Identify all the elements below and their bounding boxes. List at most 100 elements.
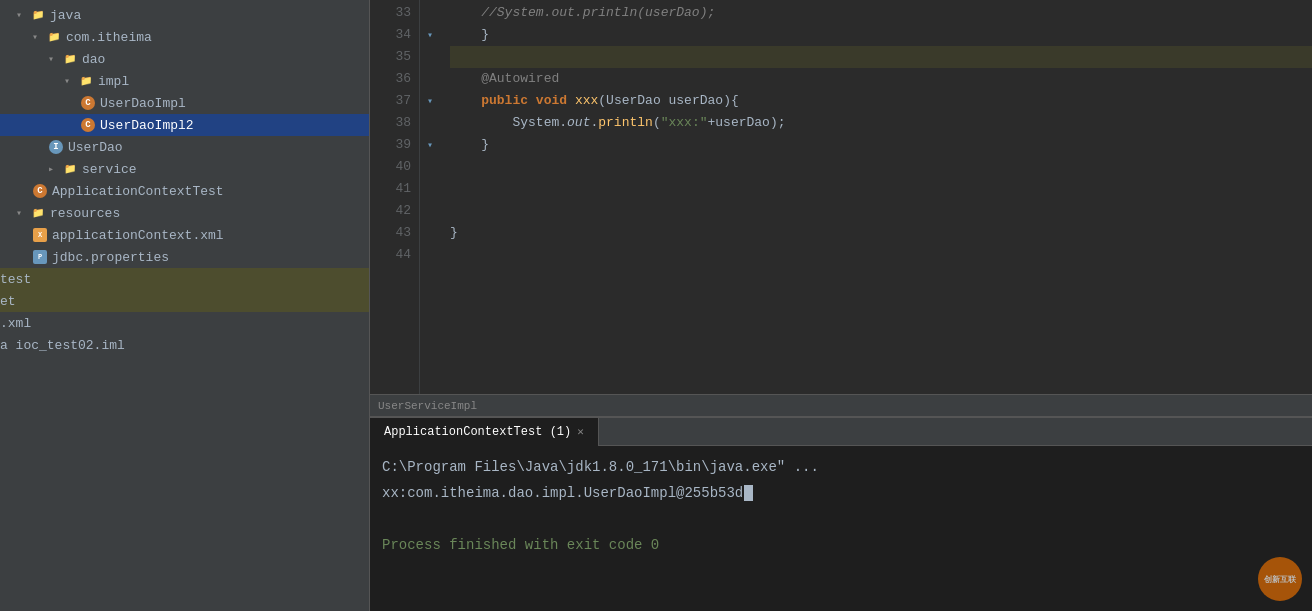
- class-icon: C: [80, 117, 96, 133]
- folder-icon: 📁: [62, 51, 78, 67]
- cursor: [744, 485, 753, 501]
- code-text: }: [450, 24, 489, 46]
- gutter-36: [420, 68, 440, 90]
- code-line-39: }: [450, 134, 1312, 156]
- sidebar-item-java[interactable]: ▾ 📁 java: [0, 4, 369, 26]
- sidebar-item-label: et: [0, 294, 16, 309]
- sidebar-item-label: com.itheima: [66, 30, 152, 45]
- sidebar-item-label: test: [0, 272, 31, 287]
- sidebar-item-service[interactable]: ▸ 📁 service: [0, 158, 369, 180]
- collapse-arrow[interactable]: ▾: [427, 95, 433, 107]
- line-num-41: 41: [370, 178, 411, 200]
- collapse-arrow[interactable]: ▾: [427, 139, 433, 151]
- sidebar: ▾ 📁 java ▾ 📁 com.itheima ▾ 📁 dao ▾ 📁 imp…: [0, 0, 370, 611]
- sidebar-item-label: applicationContext.xml: [52, 228, 224, 243]
- code-line-41: [450, 178, 1312, 200]
- expand-arrow: ▸: [48, 163, 60, 175]
- sidebar-item-label: a ioc_test02.iml: [0, 338, 125, 353]
- console-body: C:\Program Files\Java\jdk1.8.0_171\bin\j…: [370, 446, 1312, 611]
- console-line-text: Process finished with exit code 0: [382, 537, 659, 553]
- code-text: }: [450, 222, 458, 244]
- expand-arrow: ▾: [64, 75, 76, 87]
- sidebar-item-userdaoimpl[interactable]: C UserDaoImpl: [0, 92, 369, 114]
- expand-arrow: ▾: [48, 53, 60, 65]
- sidebar-item-impl[interactable]: ▾ 📁 impl: [0, 70, 369, 92]
- code-line-35: [450, 46, 1312, 68]
- sidebar-item-label: ApplicationContextTest: [52, 184, 224, 199]
- code-line-34: }: [450, 24, 1312, 46]
- sidebar-item-userdaoimpl2[interactable]: C UserDaoImpl2: [0, 114, 369, 136]
- code-line-43: }: [450, 222, 1312, 244]
- file-tree: ▾ 📁 java ▾ 📁 com.itheima ▾ 📁 dao ▾ 📁 imp…: [0, 0, 369, 611]
- sidebar-item-applicationcontexttest[interactable]: C ApplicationContextTest: [0, 180, 369, 202]
- collapse-arrow[interactable]: ▾: [427, 29, 433, 41]
- gutter-37: ▾: [420, 90, 440, 112]
- line-num-37: 37: [370, 90, 411, 112]
- sidebar-bottom-et: et: [0, 290, 369, 312]
- sidebar-item-label: service: [82, 162, 137, 177]
- close-tab-icon[interactable]: ✕: [577, 425, 584, 438]
- code-text: //System.out.println(userDao);: [450, 2, 715, 24]
- gutter-38: [420, 112, 440, 134]
- console-area: ApplicationContextTest (1) ✕ C:\Program …: [370, 416, 1312, 611]
- editor-area: 33 34 35 36 37 38 39 40 41 42 43 44 ▾: [370, 0, 1312, 611]
- sidebar-item-applicationcontextxml[interactable]: X applicationContext.xml: [0, 224, 369, 246]
- console-tab-bar: ApplicationContextTest (1) ✕: [370, 418, 1312, 446]
- code-body[interactable]: //System.out.println(userDao); } @Autowi…: [440, 0, 1312, 394]
- sidebar-item-label: impl: [98, 74, 129, 89]
- folder-icon: 📁: [62, 161, 78, 177]
- sidebar-item-jdbcproperties[interactable]: P jdbc.properties: [0, 246, 369, 268]
- line-num-40: 40: [370, 156, 411, 178]
- expand-arrow: ▾: [16, 207, 28, 219]
- line-num-42: 42: [370, 200, 411, 222]
- code-line-40: [450, 156, 1312, 178]
- console-line-3: [382, 506, 1300, 532]
- breadcrumb-bar: UserServiceImpl: [370, 394, 1312, 416]
- console-line-2: xx:com.itheima.dao.impl.UserDaoImpl@255b…: [382, 480, 1300, 506]
- sidebar-item-label: java: [50, 8, 81, 23]
- code-line-37: public void xxx(UserDao userDao){: [450, 90, 1312, 112]
- console-tab-active[interactable]: ApplicationContextTest (1) ✕: [370, 418, 599, 446]
- folder-icon: 📁: [46, 29, 62, 45]
- code-line-44: [450, 244, 1312, 266]
- console-line-1: C:\Program Files\Java\jdk1.8.0_171\bin\j…: [382, 454, 1300, 480]
- gutter: ▾ ▾ ▾: [420, 0, 440, 394]
- sidebar-item-dao[interactable]: ▾ 📁 dao: [0, 48, 369, 70]
- code-line-38: System.out.println("xxx:"+userDao);: [450, 112, 1312, 134]
- props-icon: P: [32, 249, 48, 265]
- class-icon: C: [80, 95, 96, 111]
- gutter-43: [420, 222, 440, 244]
- line-num-39: 39: [370, 134, 411, 156]
- sidebar-item-label: .xml: [0, 316, 31, 331]
- gutter-35: [420, 46, 440, 68]
- folder-icon: 📁: [78, 73, 94, 89]
- folder-icon: 📁: [30, 205, 46, 221]
- code-line-33: //System.out.println(userDao);: [450, 2, 1312, 24]
- sidebar-item-label: jdbc.properties: [52, 250, 169, 265]
- console-tab-label: ApplicationContextTest (1): [384, 425, 571, 439]
- sidebar-item-com-itheima[interactable]: ▾ 📁 com.itheima: [0, 26, 369, 48]
- gutter-39: ▾: [420, 134, 440, 156]
- code-text: public void xxx(UserDao userDao){: [450, 90, 739, 112]
- console-line-text: xx:com.itheima.dao.impl.UserDaoImpl@255b…: [382, 485, 743, 501]
- sidebar-item-resources[interactable]: ▾ 📁 resources: [0, 202, 369, 224]
- console-line-4: Process finished with exit code 0: [382, 532, 1300, 558]
- line-num-43: 43: [370, 222, 411, 244]
- watermark-logo: 创新互联: [1258, 557, 1302, 601]
- code-text: System.out.println("xxx:"+userDao);: [450, 112, 786, 134]
- code-text: }: [450, 134, 489, 156]
- sidebar-item-label: UserDaoImpl: [100, 96, 186, 111]
- gutter-41: [420, 178, 440, 200]
- expand-arrow: ▾: [16, 9, 28, 21]
- code-line-42: [450, 200, 1312, 222]
- gutter-42: [420, 200, 440, 222]
- gutter-40: [420, 156, 440, 178]
- breadcrumb-text: UserServiceImpl: [378, 400, 477, 412]
- code-line-36: @Autowired: [450, 68, 1312, 90]
- sidebar-item-label: dao: [82, 52, 105, 67]
- sidebar-bottom-xml: .xml: [0, 312, 369, 334]
- sidebar-bottom-iml: a ioc_test02.iml: [0, 334, 369, 356]
- line-num-34: 34: [370, 24, 411, 46]
- sidebar-item-userdao[interactable]: I UserDao: [0, 136, 369, 158]
- gutter-44: [420, 244, 440, 266]
